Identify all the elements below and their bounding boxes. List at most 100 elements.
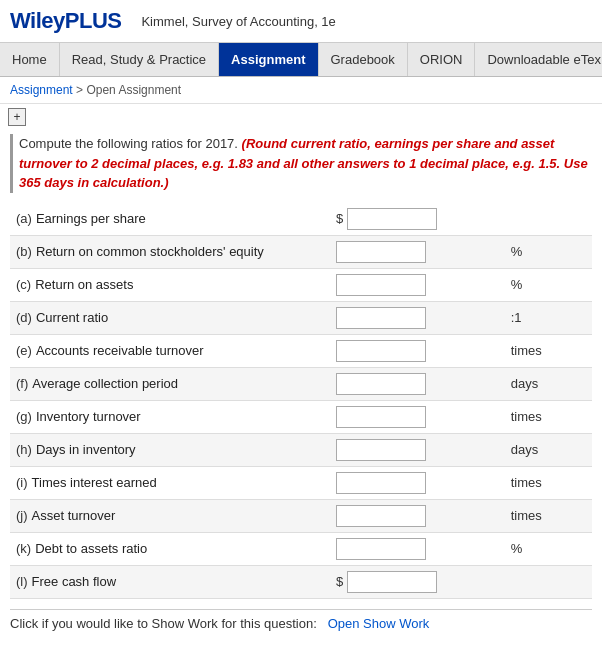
row-input-cell-8 <box>330 466 505 499</box>
main-content: Compute the following ratios for 2017. (… <box>0 130 602 647</box>
row-label-8: (i)Times interest earned <box>10 466 330 499</box>
breadcrumb-separator: > <box>76 83 86 97</box>
breadcrumb-parent-link[interactable]: Assignment <box>10 83 73 97</box>
input-wrapper-3 <box>336 307 499 329</box>
row-input-cell-11: $ <box>330 565 505 598</box>
row-label-2: (c)Return on assets <box>10 268 330 301</box>
expand-icon-row: + <box>0 104 602 130</box>
ratio-input-1[interactable] <box>336 241 426 263</box>
table-row: (j)Asset turnover times <box>10 499 592 532</box>
row-letter-8: (i) <box>16 475 28 490</box>
row-letter-6: (g) <box>16 409 32 424</box>
header: WileyPLUS Kimmel, Survey of Accounting, … <box>0 0 602 43</box>
row-unit-3: :1 <box>505 301 592 334</box>
ratio-input-3[interactable] <box>336 307 426 329</box>
table-row: (k)Debt to assets ratio% <box>10 532 592 565</box>
table-row: (i)Times interest earned times <box>10 466 592 499</box>
input-wrapper-2 <box>336 274 499 296</box>
nav: HomeRead, Study & PracticeAssignmentGrad… <box>0 43 602 77</box>
expand-icon[interactable]: + <box>8 108 26 126</box>
ratio-input-4[interactable] <box>336 340 426 362</box>
table-row: (a)Earnings per share$ <box>10 203 592 236</box>
row-letter-2: (c) <box>16 277 31 292</box>
row-unit-4: times <box>505 334 592 367</box>
input-wrapper-9 <box>336 505 499 527</box>
row-label-7: (h)Days in inventory <box>10 433 330 466</box>
row-unit-8: times <box>505 466 592 499</box>
row-input-cell-3 <box>330 301 505 334</box>
nav-item-home[interactable]: Home <box>0 43 60 76</box>
row-input-cell-7 <box>330 433 505 466</box>
input-wrapper-0: $ <box>336 208 499 230</box>
row-label-6: (g)Inventory turnover <box>10 400 330 433</box>
input-wrapper-7 <box>336 439 499 461</box>
row-input-cell-2 <box>330 268 505 301</box>
table-row: (c)Return on assets% <box>10 268 592 301</box>
row-letter-4: (e) <box>16 343 32 358</box>
input-wrapper-11: $ <box>336 571 499 593</box>
ratio-input-6[interactable] <box>336 406 426 428</box>
nav-item-gradebook[interactable]: Gradebook <box>319 43 408 76</box>
row-unit-6: times <box>505 400 592 433</box>
input-wrapper-5 <box>336 373 499 395</box>
row-letter-0: (a) <box>16 211 32 226</box>
row-unit-10: % <box>505 532 592 565</box>
instruction-prefix: Compute the following ratios for 2017. <box>19 136 242 151</box>
show-work-row: Click if you would like to Show Work for… <box>10 609 592 637</box>
table-row: (l)Free cash flow $ <box>10 565 592 598</box>
row-label-3: (d)Current ratio <box>10 301 330 334</box>
nav-item-assignment[interactable]: Assignment <box>219 43 318 76</box>
ratio-input-10[interactable] <box>336 538 426 560</box>
ratio-input-11[interactable] <box>347 571 437 593</box>
row-label-9: (j)Asset turnover <box>10 499 330 532</box>
row-input-cell-4 <box>330 334 505 367</box>
ratio-input-0[interactable] <box>347 208 437 230</box>
row-letter-3: (d) <box>16 310 32 325</box>
row-unit-9: times <box>505 499 592 532</box>
nav-item-orion[interactable]: ORION <box>408 43 476 76</box>
table-row: (g)Inventory turnover times <box>10 400 592 433</box>
row-letter-7: (h) <box>16 442 32 457</box>
header-title: Kimmel, Survey of Accounting, 1e <box>141 14 335 29</box>
nav-item-downloadable[interactable]: Downloadable eTex <box>475 43 602 76</box>
table-row: (d)Current ratio :1 <box>10 301 592 334</box>
dollar-sign-0: $ <box>336 211 343 226</box>
input-wrapper-6 <box>336 406 499 428</box>
ratio-input-7[interactable] <box>336 439 426 461</box>
row-unit-11 <box>505 565 592 598</box>
input-wrapper-1 <box>336 241 499 263</box>
row-label-4: (e)Accounts receivable turnover <box>10 334 330 367</box>
table-row: (h)Days in inventory days <box>10 433 592 466</box>
row-label-11: (l)Free cash flow <box>10 565 330 598</box>
row-letter-1: (b) <box>16 244 32 259</box>
show-work-text: Click if you would like to Show Work for… <box>10 616 317 631</box>
breadcrumb: Assignment > Open Assignment <box>0 77 602 104</box>
row-letter-9: (j) <box>16 508 28 523</box>
logo: WileyPLUS <box>10 8 121 34</box>
ratio-table: (a)Earnings per share$(b)Return on commo… <box>10 203 592 599</box>
breadcrumb-current: Open Assignment <box>86 83 181 97</box>
row-letter-11: (l) <box>16 574 28 589</box>
input-wrapper-8 <box>336 472 499 494</box>
row-input-cell-5 <box>330 367 505 400</box>
ratio-input-9[interactable] <box>336 505 426 527</box>
row-unit-1: % <box>505 235 592 268</box>
ratio-input-8[interactable] <box>336 472 426 494</box>
ratio-input-2[interactable] <box>336 274 426 296</box>
row-input-cell-9 <box>330 499 505 532</box>
row-letter-5: (f) <box>16 376 28 391</box>
ratio-input-5[interactable] <box>336 373 426 395</box>
row-label-5: (f)Average collection period <box>10 367 330 400</box>
row-input-cell-10 <box>330 532 505 565</box>
table-row: (e)Accounts receivable turnover times <box>10 334 592 367</box>
row-unit-0 <box>505 203 592 236</box>
table-row: (b)Return on common stockholders' equity… <box>10 235 592 268</box>
row-label-10: (k)Debt to assets ratio <box>10 532 330 565</box>
row-unit-2: % <box>505 268 592 301</box>
row-label-1: (b)Return on common stockholders' equity <box>10 235 330 268</box>
row-letter-10: (k) <box>16 541 31 556</box>
nav-item-read-study[interactable]: Read, Study & Practice <box>60 43 219 76</box>
open-show-work-link[interactable]: Open Show Work <box>328 616 430 631</box>
row-input-cell-0: $ <box>330 203 505 236</box>
row-unit-7: days <box>505 433 592 466</box>
